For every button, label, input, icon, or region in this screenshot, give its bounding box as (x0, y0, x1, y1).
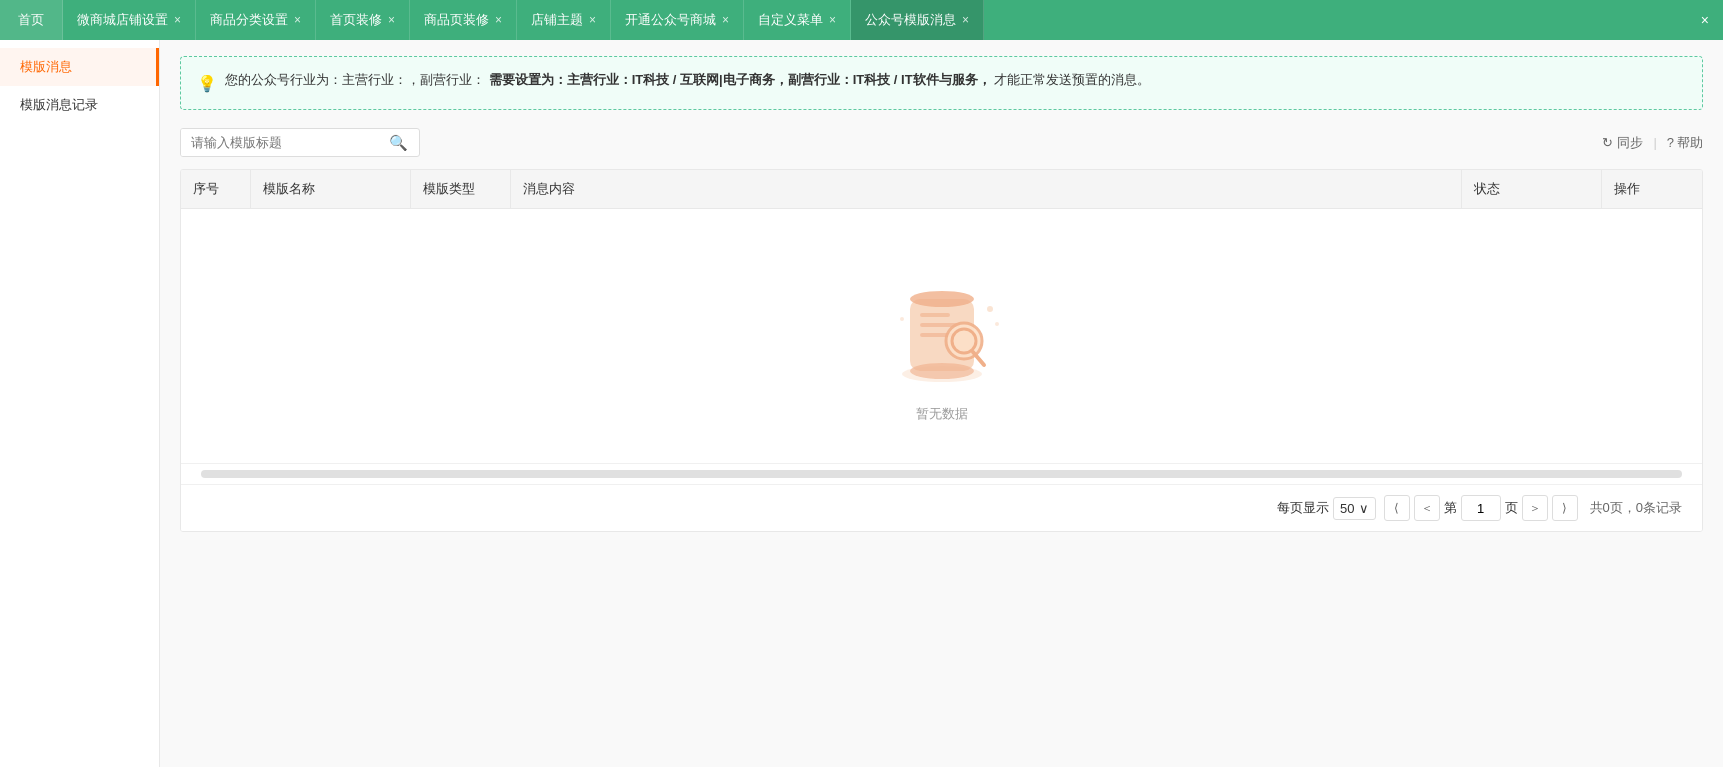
nav-tab-weishop-close[interactable]: × (174, 13, 181, 27)
nav-tab-theme-label: 店铺主题 (531, 11, 583, 29)
nav-tab-template-close[interactable]: × (962, 13, 969, 27)
nav-tab-weishop-label: 微商城店铺设置 (77, 11, 168, 29)
next-page-icon: ＞ (1529, 500, 1541, 517)
page-label-before: 第 (1444, 499, 1457, 517)
empty-illustration (882, 269, 1002, 389)
toolbar-divider: | (1653, 135, 1656, 150)
nav-tab-custommenu[interactable]: 自定义菜单 × (744, 0, 851, 40)
last-page-button[interactable]: ⟩ (1552, 495, 1578, 521)
sidebar-item-template-msg-label: 模版消息 (20, 59, 72, 74)
page-number-input[interactable] (1461, 495, 1501, 521)
empty-text: 暂无数据 (916, 405, 968, 423)
svg-point-10 (987, 306, 993, 312)
help-button[interactable]: ? 帮助 (1667, 134, 1703, 152)
nav-tab-template[interactable]: 公众号模版消息 × (851, 0, 984, 40)
notice-icon: 💡 (197, 70, 217, 97)
nav-tab-custommenu-close[interactable]: × (829, 13, 836, 27)
sync-button[interactable]: ↻ 同步 (1602, 134, 1643, 152)
page-size-value: 50 (1340, 501, 1354, 516)
nav-tab-mall-close[interactable]: × (722, 13, 729, 27)
sidebar-item-template-record-label: 模版消息记录 (20, 97, 98, 112)
first-page-button[interactable]: ⟨ (1384, 495, 1410, 521)
svg-point-11 (995, 322, 999, 326)
nav-tab-product-close[interactable]: × (495, 13, 502, 27)
nav-tab-homepage-label: 首页装修 (330, 11, 382, 29)
th-type: 模版类型 (411, 170, 511, 208)
close-all-button[interactable]: × (1687, 0, 1723, 40)
nav-tab-category-close[interactable]: × (294, 13, 301, 27)
table-wrap: 序号 模版名称 模版类型 消息内容 状态 操作 (180, 169, 1703, 532)
sidebar-item-template-msg[interactable]: 模版消息 (0, 48, 159, 86)
search-input[interactable] (181, 129, 381, 156)
nav-tab-category[interactable]: 商品分类设置 × (196, 0, 316, 40)
sync-label: 同步 (1617, 134, 1643, 152)
svg-point-3 (910, 363, 974, 379)
nav-tab-mall-label: 开通公众号商城 (625, 11, 716, 29)
chevron-down-icon: ∨ (1359, 501, 1369, 516)
svg-rect-4 (920, 313, 950, 317)
nav-tab-theme[interactable]: 店铺主题 × (517, 0, 611, 40)
nav-tab-template-label: 公众号模版消息 (865, 11, 956, 29)
notice-box: 💡 您的公众号行业为：主营行业：，副营行业： 需要设置为：主营行业：IT科技 /… (180, 56, 1703, 110)
prev-page-button[interactable]: ＜ (1414, 495, 1440, 521)
th-name: 模版名称 (251, 170, 411, 208)
nav-tab-homepage[interactable]: 首页装修 × (316, 0, 410, 40)
help-label: 帮助 (1677, 134, 1703, 152)
page-size-select: 每页显示 50 ∨ (1277, 497, 1375, 520)
page-nav: ⟨ ＜ 第 页 ＞ ⟩ (1384, 495, 1578, 521)
nav-tab-mall[interactable]: 开通公众号商城 × (611, 0, 744, 40)
empty-state: 暂无数据 (181, 209, 1702, 463)
page-size-label: 每页显示 (1277, 499, 1329, 517)
nav-tab-theme-close[interactable]: × (589, 13, 596, 27)
help-icon: ? (1667, 135, 1674, 150)
nav-tab-homepage-close[interactable]: × (388, 13, 395, 27)
main-layout: 模版消息 模版消息记录 💡 您的公众号行业为：主营行业：，副营行业： 需要设置为… (0, 40, 1723, 767)
notice-after: 才能正常发送预置的消息。 (994, 72, 1150, 87)
search-icon: 🔍 (389, 134, 408, 151)
notice-text: 您的公众号行业为：主营行业：，副营行业： 需要设置为：主营行业：IT科技 / 互… (225, 69, 1150, 91)
nav-tab-weishop[interactable]: 微商城店铺设置 × (63, 0, 196, 40)
th-content: 消息内容 (511, 170, 1462, 208)
search-button[interactable]: 🔍 (381, 134, 416, 152)
nav-tab-home[interactable]: 首页 (0, 0, 63, 40)
toolbar-right: ↻ 同步 | ? 帮助 (1602, 134, 1703, 152)
top-nav: 首页 微商城店铺设置 × 商品分类设置 × 首页装修 × 商品页装修 × 店铺主… (0, 0, 1723, 40)
page-label-after: 页 (1505, 499, 1518, 517)
sync-icon: ↻ (1602, 135, 1613, 150)
sidebar-item-template-record[interactable]: 模版消息记录 (0, 86, 159, 124)
prev-page-icon: ＜ (1421, 500, 1433, 517)
pagination: 每页显示 50 ∨ ⟨ ＜ 第 页 (181, 484, 1702, 531)
nav-tab-category-label: 商品分类设置 (210, 11, 288, 29)
svg-point-2 (910, 291, 974, 307)
notice-before: 您的公众号行业为：主营行业：，副营行业： (225, 72, 485, 87)
nav-tab-custommenu-label: 自定义菜单 (758, 11, 823, 29)
nav-tab-home-label: 首页 (18, 11, 44, 29)
nav-tab-product-label: 商品页装修 (424, 11, 489, 29)
close-all-icon: × (1701, 12, 1709, 28)
th-status: 状态 (1462, 170, 1602, 208)
page-size-dropdown[interactable]: 50 ∨ (1333, 497, 1375, 520)
svg-point-12 (900, 317, 904, 321)
first-page-icon: ⟨ (1394, 501, 1399, 515)
page-total-info: 共0页，0条记录 (1590, 499, 1682, 517)
nav-tab-product[interactable]: 商品页装修 × (410, 0, 517, 40)
sidebar: 模版消息 模版消息记录 (0, 40, 160, 767)
search-input-wrap: 🔍 (180, 128, 420, 157)
next-page-button[interactable]: ＞ (1522, 495, 1548, 521)
scroll-bar-row (181, 463, 1702, 484)
fake-scrollbar[interactable] (201, 470, 1682, 478)
notice-highlight: 需要设置为：主营行业：IT科技 / 互联网|电子商务，副营行业：IT科技 / I… (489, 72, 991, 87)
table-header: 序号 模版名称 模版类型 消息内容 状态 操作 (181, 170, 1702, 209)
last-page-icon: ⟩ (1562, 501, 1567, 515)
search-row: 🔍 ↻ 同步 | ? 帮助 (180, 128, 1703, 157)
th-index: 序号 (181, 170, 251, 208)
th-action: 操作 (1602, 170, 1702, 208)
content-area: 💡 您的公众号行业为：主营行业：，副营行业： 需要设置为：主营行业：IT科技 /… (160, 40, 1723, 767)
